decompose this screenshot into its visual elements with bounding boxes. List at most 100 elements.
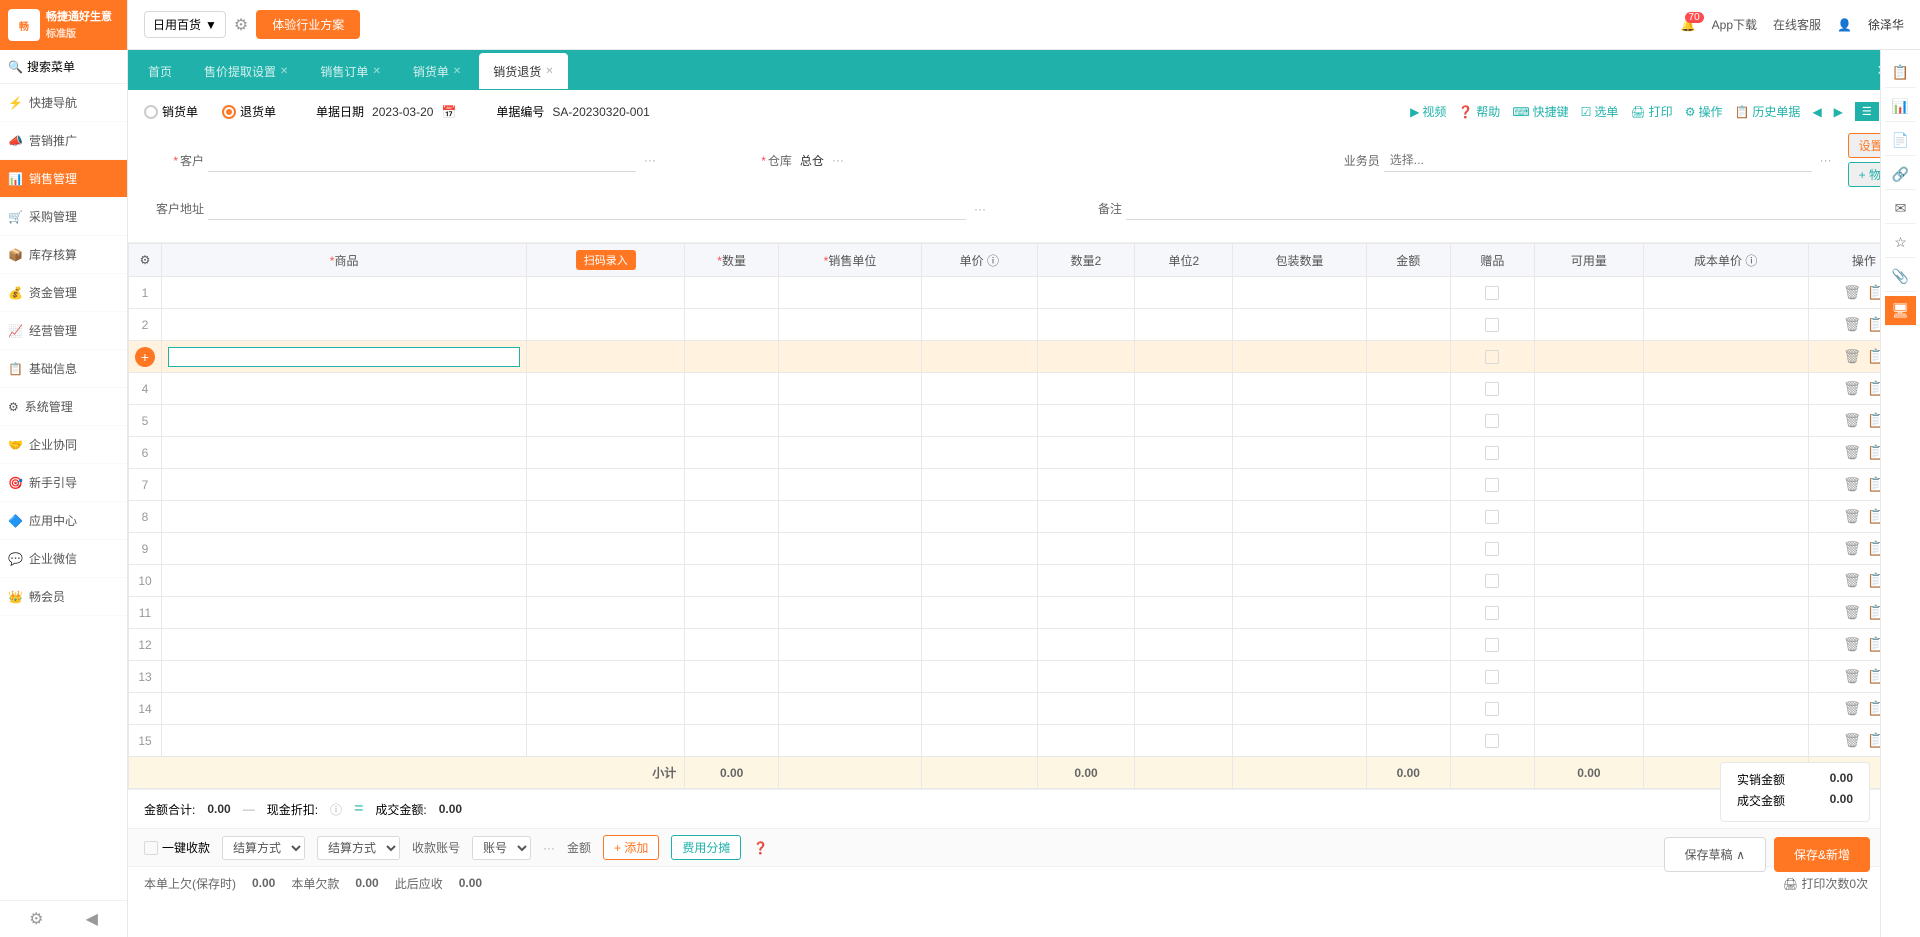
quantity2-cell-7[interactable] <box>1037 469 1135 501</box>
available-cell-2[interactable] <box>1535 309 1644 341</box>
right-panel-btn-1[interactable]: 📋 <box>1885 58 1916 88</box>
scan-btn[interactable]: 扫码录入 <box>576 250 636 270</box>
sidebar-item-newbie[interactable]: 🎯 新手引导 <box>0 464 127 502</box>
sales-unit-cell-3[interactable] <box>779 341 922 373</box>
quantity-cell-9[interactable] <box>685 533 779 565</box>
tab-sales-return[interactable]: 销货退货 ✕ <box>479 53 567 89</box>
cost-price-cell-3[interactable] <box>1643 341 1808 373</box>
package-qty-cell-9[interactable] <box>1233 533 1366 565</box>
amount-cell-3[interactable] <box>1366 341 1450 373</box>
message-icon[interactable]: 🔔 70 <box>1681 18 1696 32</box>
unit-price-cell-15[interactable] <box>921 725 1037 757</box>
product-input-${i}[interactable] <box>168 347 520 367</box>
calc-select[interactable]: 结算方式 <box>317 836 400 860</box>
quantity2-cell-9[interactable] <box>1037 533 1135 565</box>
sidebar-item-finance[interactable]: 💰 资金管理 <box>0 274 127 312</box>
unit2-cell-14[interactable] <box>1135 693 1233 725</box>
cost-price-cell-8[interactable] <box>1643 501 1808 533</box>
available-cell-15[interactable] <box>1535 725 1644 757</box>
type-sales-radio[interactable]: 销货单 <box>144 103 198 120</box>
remark-input[interactable] <box>1126 197 1904 220</box>
quantity-cell-13[interactable] <box>685 661 779 693</box>
print-btn[interactable]: 🖨 打印 <box>1630 103 1672 120</box>
sidebar-item-enterprise-wechat[interactable]: 💬 企业微信 <box>0 540 127 578</box>
package-qty-cell-4[interactable] <box>1233 373 1366 405</box>
sidebar-item-quick-nav[interactable]: ⚡ 快捷导航 <box>0 84 127 122</box>
gift-checkbox-8[interactable] <box>1485 510 1499 524</box>
gift-cell-6[interactable] <box>1450 437 1534 469</box>
unit2-cell-7[interactable] <box>1135 469 1233 501</box>
unit2-cell-4[interactable] <box>1135 373 1233 405</box>
sidebar-item-basic-info[interactable]: 📋 基础信息 <box>0 350 127 388</box>
gift-cell-3[interactable] <box>1450 341 1534 373</box>
tab-sales[interactable]: 销货单 ✕ <box>399 53 475 89</box>
unit-price-cell-6[interactable] <box>921 437 1037 469</box>
quantity2-cell-4[interactable] <box>1037 373 1135 405</box>
package-qty-cell-1[interactable] <box>1233 277 1366 309</box>
settings-gear-icon[interactable]: ⚙ <box>29 909 43 929</box>
delete-icon-1[interactable]: 🗑 <box>1843 284 1861 301</box>
product-cell-12[interactable] <box>162 629 527 661</box>
amount-cell-7[interactable] <box>1366 469 1450 501</box>
warehouse-dots[interactable]: ··· <box>832 153 844 167</box>
video-btn[interactable]: ▶ 视频 <box>1410 103 1446 120</box>
unit-price-cell-2[interactable] <box>921 309 1037 341</box>
save-new-btn[interactable]: 保存&新增 <box>1774 837 1870 872</box>
sidebar-item-app-center[interactable]: 🔷 应用中心 <box>0 502 127 540</box>
quantity2-cell-6[interactable] <box>1037 437 1135 469</box>
product-cell-14[interactable] <box>162 693 527 725</box>
available-cell-4[interactable] <box>1535 373 1644 405</box>
address-input[interactable] <box>208 197 966 220</box>
sales-unit-cell-10[interactable] <box>779 565 922 597</box>
gift-cell-5[interactable] <box>1450 405 1534 437</box>
experience-btn[interactable]: 体验行业方案 <box>256 10 360 39</box>
unit-price-cell-9[interactable] <box>921 533 1037 565</box>
delete-icon-6[interactable]: 🗑 <box>1843 444 1861 461</box>
cost-price-cell-14[interactable] <box>1643 693 1808 725</box>
gift-checkbox-15[interactable] <box>1485 734 1499 748</box>
unit2-cell-8[interactable] <box>1135 501 1233 533</box>
gift-checkbox-2[interactable] <box>1485 318 1499 332</box>
quantity2-cell-2[interactable] <box>1037 309 1135 341</box>
right-panel-btn-6[interactable]: ☆ <box>1885 228 1916 258</box>
calendar-icon[interactable]: 📅 <box>441 105 456 119</box>
gift-checkbox-11[interactable] <box>1485 606 1499 620</box>
gift-checkbox-7[interactable] <box>1485 478 1499 492</box>
amount-cell-10[interactable] <box>1366 565 1450 597</box>
available-cell-9[interactable] <box>1535 533 1644 565</box>
amount-cell-13[interactable] <box>1366 661 1450 693</box>
gift-cell-12[interactable] <box>1450 629 1534 661</box>
collapse-icon[interactable]: ◀ <box>86 909 98 929</box>
product-cell-4[interactable] <box>162 373 527 405</box>
sales-unit-cell-15[interactable] <box>779 725 922 757</box>
quantity-cell-8[interactable] <box>685 501 779 533</box>
operation-btn[interactable]: ⚙ 操作 <box>1685 103 1723 120</box>
type-return-radio[interactable]: 退货单 <box>222 103 276 120</box>
shortcut-btn[interactable]: ⌨ 快捷键 <box>1512 103 1568 120</box>
quantity2-cell-5[interactable] <box>1037 405 1135 437</box>
gift-cell-8[interactable] <box>1450 501 1534 533</box>
right-panel-btn-4[interactable]: 🔗 <box>1885 160 1916 190</box>
salesperson-dots[interactable]: ··· <box>1820 153 1832 167</box>
amount-cell-9[interactable] <box>1366 533 1450 565</box>
sidebar-item-purchase[interactable]: 🛒 采购管理 <box>0 198 127 236</box>
gift-cell-13[interactable] <box>1450 661 1534 693</box>
quantity-cell-5[interactable] <box>685 405 779 437</box>
split-btn[interactable]: 费用分摊 <box>671 835 741 860</box>
cost-price-cell-12[interactable] <box>1643 629 1808 661</box>
product-cell-11[interactable] <box>162 597 527 629</box>
available-cell-3[interactable] <box>1535 341 1644 373</box>
cost-price-cell-2[interactable] <box>1643 309 1808 341</box>
delete-icon-9[interactable]: 🗑 <box>1843 540 1861 557</box>
delete-icon-10[interactable]: 🗑 <box>1843 572 1861 589</box>
quantity2-cell-8[interactable] <box>1037 501 1135 533</box>
product-cell-6[interactable] <box>162 437 527 469</box>
sales-unit-cell-12[interactable] <box>779 629 922 661</box>
amount-cell-15[interactable] <box>1366 725 1450 757</box>
tab-price-setting[interactable]: 售价提取设置 ✕ <box>190 53 302 89</box>
unit-price-cell-3[interactable] <box>921 341 1037 373</box>
cost-price-cell-1[interactable] <box>1643 277 1808 309</box>
delete-icon-7[interactable]: 🗑 <box>1843 476 1861 493</box>
unit2-cell-12[interactable] <box>1135 629 1233 661</box>
quantity-cell-7[interactable] <box>685 469 779 501</box>
